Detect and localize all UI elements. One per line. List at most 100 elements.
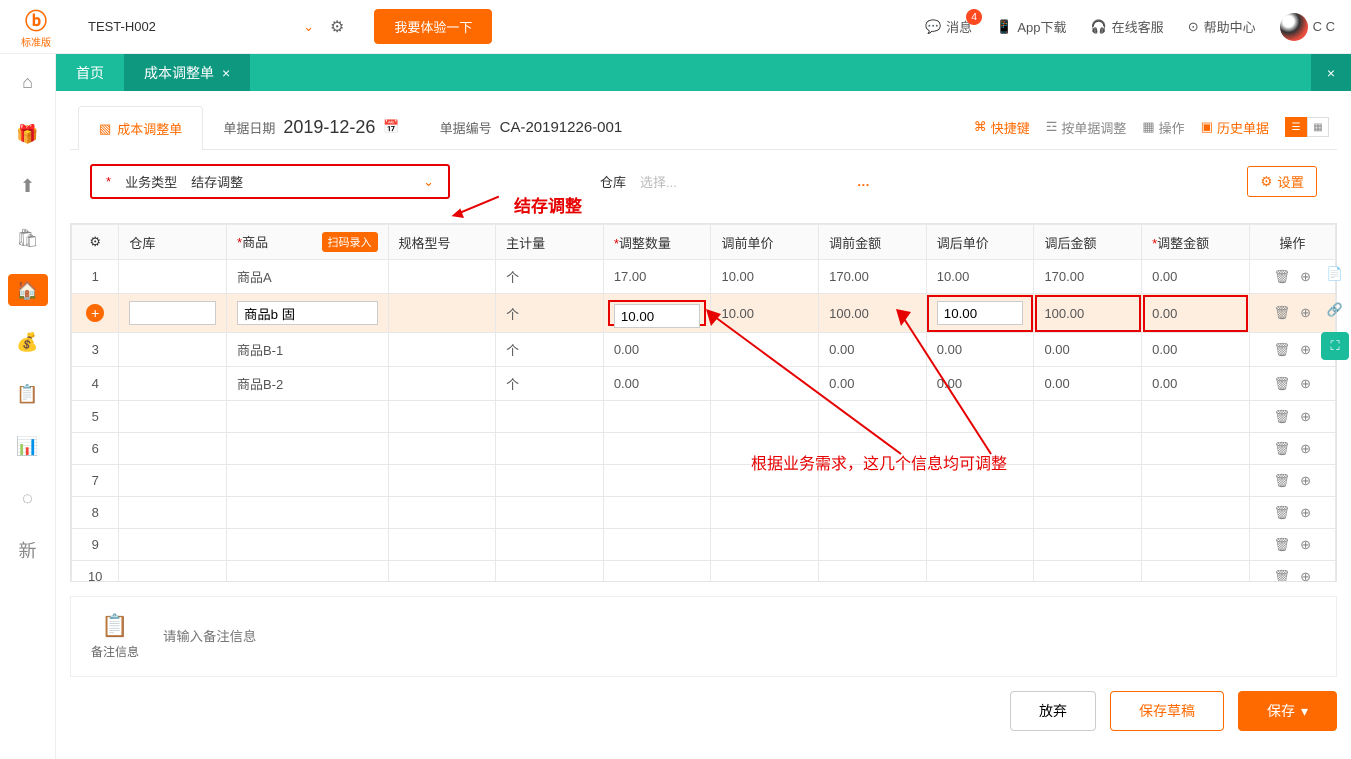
table-row[interactable]: 1商品A个17.0010.00170.0010.00170.000.00🗑⊕	[72, 260, 1336, 294]
nav-bag-icon[interactable]: 🛍	[8, 222, 48, 254]
right-edge: 📄 🔗 ⛶	[1319, 260, 1351, 360]
shortcut-link[interactable]: ⌘快捷键	[974, 118, 1030, 137]
delete-icon[interactable]: 🗑	[1274, 537, 1291, 553]
delete-icon[interactable]: 🗑	[1274, 376, 1291, 392]
edge-expand-icon[interactable]: ⛶	[1321, 332, 1349, 360]
table-row[interactable]: 7🗑⊕	[72, 465, 1336, 497]
delete-icon[interactable]: 🗑	[1274, 409, 1291, 425]
copy-icon[interactable]: ⊕	[1300, 342, 1311, 358]
qty-input[interactable]	[614, 304, 701, 328]
table-row[interactable]: +个10.00100.00100.000.00🗑⊕	[72, 294, 1336, 333]
col-gear[interactable]: ⚙	[72, 225, 119, 260]
scan-tag[interactable]: 扫码录入	[322, 232, 378, 252]
chat-icon: 💬	[925, 19, 941, 35]
copy-icon[interactable]: ⊕	[1300, 269, 1311, 285]
col-unit: 主计量	[496, 225, 604, 260]
nav-sync-icon[interactable]: ◌	[8, 482, 48, 514]
doc-date: 单据日期 2019-12-26 📅	[203, 117, 419, 138]
nav-clipboard-icon[interactable]: 📋	[8, 378, 48, 410]
history-link[interactable]: ▣历史单据	[1201, 118, 1269, 137]
nav-gift-icon[interactable]: 🎁	[8, 118, 48, 150]
delete-icon[interactable]: 🗑	[1274, 569, 1291, 583]
more-icon[interactable]: …	[857, 174, 872, 189]
adjust-icon: ☲	[1046, 119, 1058, 135]
date-value[interactable]: 2019-12-26	[283, 117, 375, 138]
nav-send-icon[interactable]: ⬆	[8, 170, 48, 202]
logo-icon: ⓑ	[25, 9, 47, 34]
chevron-down-icon: ⌄	[423, 174, 434, 190]
copy-icon[interactable]: ⊕	[1300, 473, 1311, 489]
copy-icon[interactable]: ⊕	[1300, 505, 1311, 521]
app-download-link[interactable]: 📱 App下载	[996, 17, 1066, 36]
tabs-bar: 首页 成本调整单 × ×	[56, 54, 1351, 91]
table-row[interactable]: 9🗑⊕	[72, 529, 1336, 561]
copy-icon[interactable]: ⊕	[1300, 441, 1311, 457]
save-button[interactable]: 保存 ▾	[1238, 691, 1337, 731]
save-draft-button[interactable]: 保存草稿	[1110, 691, 1224, 731]
table-row[interactable]: 4商品B-2个0.000.000.000.000.00🗑⊕	[72, 367, 1336, 401]
grid-wrap: ⚙ 仓库 *商品扫码录入 规格型号 主计量 *调整数量 调前单价 调前金额 调后…	[70, 223, 1337, 582]
warehouse-select[interactable]: 仓库 选择...	[600, 172, 677, 191]
note-icon: 📋	[91, 613, 139, 639]
copy-icon[interactable]: ⊕	[1300, 376, 1311, 392]
delete-icon[interactable]: 🗑	[1274, 305, 1291, 321]
logo: ⓑ 标准版	[16, 4, 56, 49]
table-row[interactable]: 5🗑⊕	[72, 401, 1336, 433]
tabs-close-all[interactable]: ×	[1311, 54, 1351, 91]
tab-home[interactable]: 首页	[56, 54, 124, 91]
nav-money-icon[interactable]: 💰	[8, 326, 48, 358]
view-toggle: ☰ ▦	[1285, 117, 1329, 137]
messages-link[interactable]: 💬 消息 4	[925, 17, 972, 36]
delete-icon[interactable]: 🗑	[1274, 342, 1291, 358]
gear-icon[interactable]: ⚙	[330, 17, 344, 37]
copy-icon[interactable]: ⊕	[1300, 409, 1311, 425]
document-icon: ▧	[99, 121, 111, 137]
headset-icon: 🎧	[1090, 19, 1106, 35]
nav-report-icon[interactable]: 📊	[8, 430, 48, 462]
remark-input[interactable]	[163, 629, 1316, 644]
copy-icon[interactable]: ⊕	[1300, 305, 1311, 321]
trial-button[interactable]: 我要体验一下	[374, 9, 492, 44]
annotation-1: 结存调整	[450, 192, 582, 217]
ops-link[interactable]: ▦操作	[1142, 118, 1184, 137]
nav-warehouse-icon[interactable]: 🏠	[8, 274, 48, 306]
user-menu[interactable]: C C	[1280, 13, 1335, 41]
table-row[interactable]: 10🗑⊕	[72, 561, 1336, 583]
edge-note-icon[interactable]: 📄	[1321, 260, 1349, 288]
doc-tab[interactable]: ▧ 成本调整单	[78, 106, 203, 150]
delete-icon[interactable]: 🗑	[1274, 473, 1291, 489]
nav-home-icon[interactable]: ⌂	[8, 66, 48, 98]
delete-icon[interactable]: 🗑	[1274, 441, 1291, 457]
tab-cost-adjust[interactable]: 成本调整单 ×	[124, 54, 250, 91]
discard-button[interactable]: 放弃	[1010, 691, 1096, 731]
view-list-button[interactable]: ☰	[1285, 117, 1307, 137]
product-input[interactable]	[237, 301, 377, 325]
header-right: 💬 消息 4 📱 App下载 🎧 在线客服 ⊙ 帮助中心 C C	[925, 13, 1335, 41]
footer-buttons: 放弃 保存草稿 保存 ▾	[70, 677, 1337, 745]
warehouse-input[interactable]	[129, 301, 216, 325]
settings-button[interactable]: ⚙ 设置	[1247, 166, 1317, 197]
store-selector[interactable]: TEST-H002 ⌄	[80, 15, 310, 38]
by-doc-link[interactable]: ☲按单据调整	[1046, 118, 1127, 137]
biz-type-select[interactable]: * 业务类型 结存调整 ⌄	[90, 164, 450, 199]
table-row[interactable]: 8🗑⊕	[72, 497, 1336, 529]
delete-icon[interactable]: 🗑	[1274, 505, 1291, 521]
col-before-amt: 调前金额	[819, 225, 927, 260]
view-grid-button[interactable]: ▦	[1307, 117, 1329, 137]
calendar-icon[interactable]: 📅	[383, 119, 399, 135]
add-row-icon[interactable]: +	[86, 304, 104, 322]
table-row[interactable]: 6🗑⊕	[72, 433, 1336, 465]
copy-icon[interactable]: ⊕	[1300, 537, 1311, 553]
col-after-amt: 调后金额	[1034, 225, 1142, 260]
service-link[interactable]: 🎧 在线客服	[1090, 17, 1163, 36]
delete-icon[interactable]: 🗑	[1274, 269, 1291, 285]
edge-link-icon[interactable]: 🔗	[1321, 296, 1349, 324]
copy-icon[interactable]: ⊕	[1300, 569, 1311, 583]
close-icon[interactable]: ×	[222, 65, 230, 81]
help-link[interactable]: ⊙ 帮助中心	[1188, 17, 1256, 36]
after-price-input[interactable]	[937, 301, 1024, 325]
nav-new-icon[interactable]: 新	[8, 534, 48, 566]
help-icon: ⊙	[1188, 19, 1199, 35]
table-row[interactable]: 3商品B-1个0.000.000.000.000.00🗑⊕	[72, 333, 1336, 367]
keyboard-icon: ⌘	[974, 119, 987, 135]
